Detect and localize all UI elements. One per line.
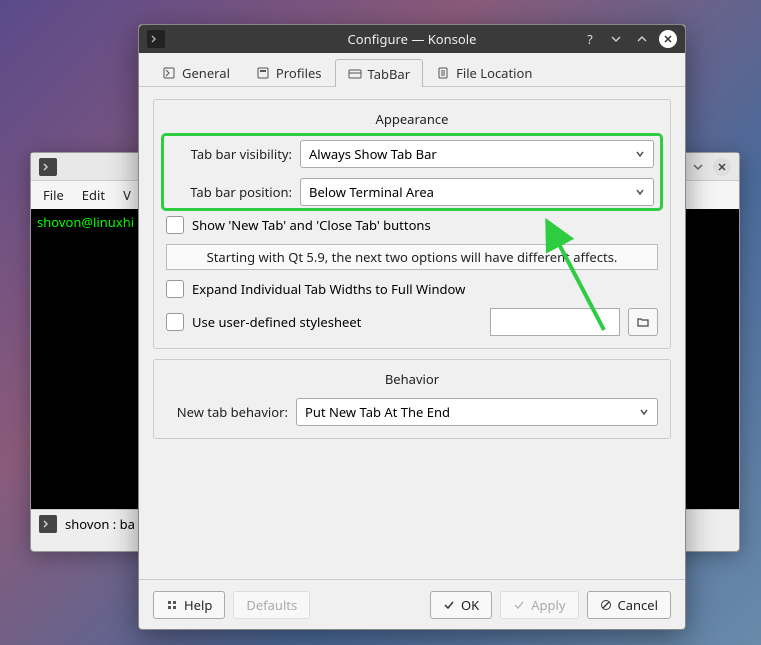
terminal-prompt: shovon@linuxhi: [37, 213, 134, 231]
button-label: Cancel: [618, 596, 658, 614]
position-combo[interactable]: Below Terminal Area: [300, 178, 654, 206]
position-label: Tab bar position:: [170, 183, 292, 201]
tab-tabbar[interactable]: TabBar: [335, 59, 424, 87]
button-label: Help: [184, 596, 212, 614]
appearance-title: Appearance: [166, 110, 658, 128]
check-icon: [443, 599, 455, 611]
maximize-icon[interactable]: [633, 30, 651, 48]
button-label: OK: [461, 596, 479, 614]
help-button[interactable]: Help: [153, 591, 225, 619]
check-icon: [513, 599, 525, 611]
dialog-titlebar: Configure — Konsole ?: [139, 25, 685, 53]
menu-file[interactable]: File: [43, 186, 64, 204]
tabbar-icon: [348, 67, 362, 81]
newtab-combo[interactable]: Put New Tab At The End: [296, 398, 658, 426]
combo-value: Always Show Tab Bar: [309, 145, 437, 163]
configure-dialog: Configure — Konsole ? General Profiles T…: [138, 24, 686, 630]
show-buttons-label: Show 'New Tab' and 'Close Tab' buttons: [192, 216, 431, 234]
general-icon: [162, 66, 176, 80]
stylesheet-checkbox[interactable]: [166, 313, 184, 331]
folder-icon: [636, 315, 650, 329]
newtab-label: New tab behavior:: [166, 403, 288, 421]
button-label: Apply: [531, 596, 565, 614]
qt-note: Starting with Qt 5.9, the next two optio…: [166, 244, 658, 270]
button-label: Defaults: [246, 596, 297, 614]
chevron-down-icon: [635, 187, 645, 197]
terminal-icon: [39, 158, 57, 176]
apply-button[interactable]: Apply: [500, 591, 578, 619]
terminal-tab-icon: [39, 515, 57, 533]
visibility-label: Tab bar visibility:: [170, 145, 292, 163]
help-icon: [166, 599, 178, 611]
dialog-content: Appearance Tab bar visibility: Always Sh…: [139, 87, 685, 579]
highlight-annotation: Tab bar visibility: Always Show Tab Bar …: [162, 134, 662, 210]
tab-label: File Location: [456, 64, 532, 82]
close-icon[interactable]: [659, 30, 677, 48]
close-icon[interactable]: [713, 158, 731, 176]
help-icon[interactable]: ?: [581, 30, 599, 48]
visibility-combo[interactable]: Always Show Tab Bar: [300, 140, 654, 168]
expand-checkbox[interactable]: [166, 280, 184, 298]
browse-button[interactable]: [628, 308, 658, 336]
tab-label: Profiles: [276, 64, 322, 82]
chevron-down-icon: [635, 149, 645, 159]
behavior-group: Behavior New tab behavior: Put New Tab A…: [153, 359, 671, 439]
menu-view[interactable]: V: [123, 186, 131, 204]
show-buttons-checkbox[interactable]: [166, 216, 184, 234]
combo-value: Put New Tab At The End: [305, 403, 450, 421]
tab-general[interactable]: General: [149, 58, 243, 86]
chevron-down-icon: [639, 407, 649, 417]
minimize-icon[interactable]: [607, 30, 625, 48]
appearance-group: Appearance Tab bar visibility: Always Sh…: [153, 99, 671, 349]
cancel-icon: [600, 599, 612, 611]
tab-strip: General Profiles TabBar File Location: [139, 53, 685, 87]
dialog-footer: Help Defaults OK Apply Cancel: [139, 579, 685, 629]
stylesheet-input[interactable]: [490, 308, 620, 336]
defaults-button[interactable]: Defaults: [233, 591, 310, 619]
tab-profiles[interactable]: Profiles: [243, 58, 335, 86]
tab-label: General: [182, 64, 230, 82]
profiles-icon: [256, 66, 270, 80]
tab-label: TabBar: [368, 65, 411, 83]
tab-file-location[interactable]: File Location: [423, 58, 545, 86]
menu-edit[interactable]: Edit: [82, 186, 105, 204]
minimize-icon[interactable]: [689, 158, 707, 176]
app-icon: [147, 30, 165, 48]
cancel-button[interactable]: Cancel: [587, 591, 671, 619]
expand-label: Expand Individual Tab Widths to Full Win…: [192, 280, 465, 298]
combo-value: Below Terminal Area: [309, 183, 434, 201]
file-location-icon: [436, 66, 450, 80]
ok-button[interactable]: OK: [430, 591, 492, 619]
behavior-title: Behavior: [166, 370, 658, 388]
terminal-tab-label[interactable]: shovon : ba: [65, 515, 135, 533]
stylesheet-label: Use user-defined stylesheet: [192, 313, 482, 331]
